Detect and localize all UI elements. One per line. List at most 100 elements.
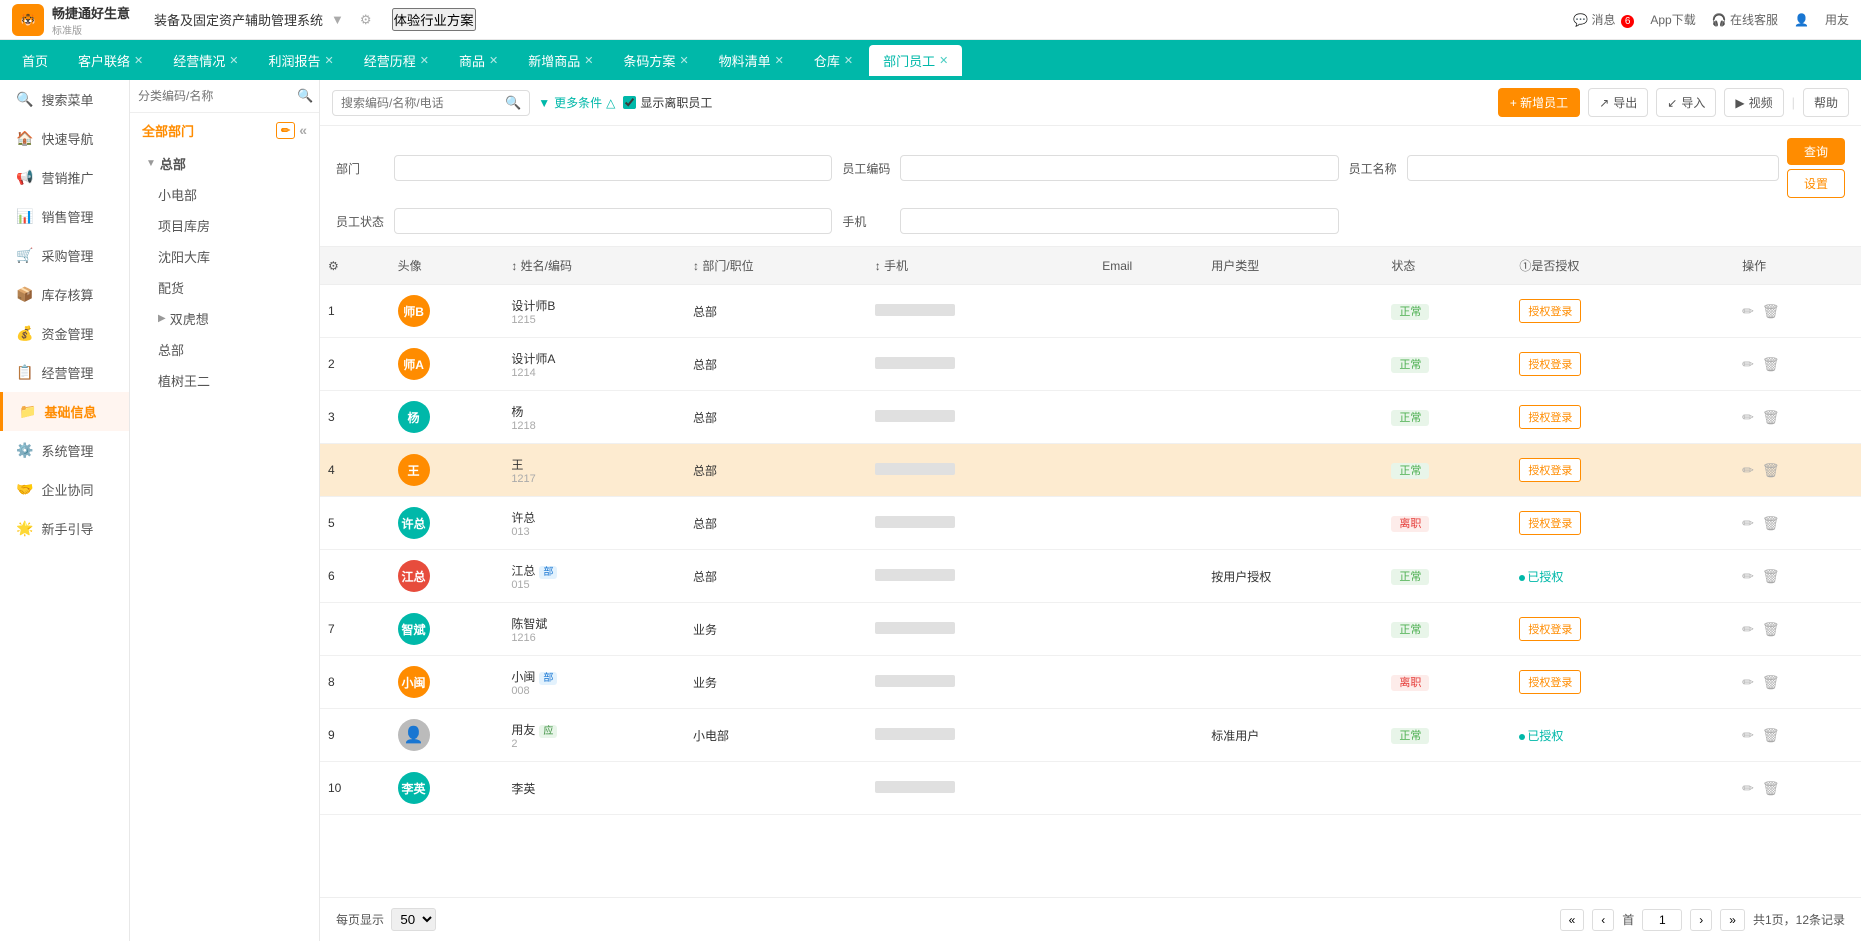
tab-customer[interactable]: 客户联络 ✕ xyxy=(64,45,157,76)
auth-login-button[interactable]: 授权登录 xyxy=(1519,299,1581,323)
trial-button[interactable]: 体验行业方案 xyxy=(392,8,476,31)
tab-add-goods[interactable]: 新增商品 ✕ xyxy=(514,45,607,76)
show-resigned-label[interactable]: 显示离职员工 xyxy=(623,94,712,111)
query-button[interactable]: 查询 xyxy=(1787,138,1845,165)
edit-icon[interactable]: ✏ xyxy=(276,122,295,139)
close-icon[interactable]: ✕ xyxy=(939,54,948,67)
close-icon[interactable]: ✕ xyxy=(679,54,688,67)
auth-login-button[interactable]: 授权登录 xyxy=(1519,352,1581,376)
dept-node-zhishu[interactable]: 植树王二 xyxy=(130,365,319,396)
edit-icon[interactable]: ✏ xyxy=(1742,462,1754,479)
tab-employees[interactable]: 部门员工 ✕ xyxy=(869,45,962,76)
settings-icon[interactable]: ⚙ xyxy=(360,12,372,28)
close-icon[interactable]: ✕ xyxy=(584,54,593,67)
edit-icon[interactable]: ✏ xyxy=(1742,780,1754,797)
import-button[interactable]: ↙ 导入 xyxy=(1656,88,1716,117)
col-name[interactable]: ↕ 姓名/编码 xyxy=(503,247,685,285)
dept-search-input[interactable] xyxy=(138,89,293,103)
delete-icon[interactable]: 🗑 xyxy=(1762,409,1780,426)
auth-login-button[interactable]: 授权登录 xyxy=(1519,511,1581,535)
col-dept[interactable]: ↕ 部门/职位 xyxy=(685,247,867,285)
delete-icon[interactable]: 🗑 xyxy=(1762,303,1780,320)
dept-node-peihuo[interactable]: 配货 xyxy=(130,272,319,303)
auth-login-button[interactable]: 授权登录 xyxy=(1519,617,1581,641)
close-icon[interactable]: ✕ xyxy=(775,54,784,67)
sidebar-item-system[interactable]: ⚙️ 系统管理 xyxy=(0,431,129,470)
tab-warehouse[interactable]: 仓库 ✕ xyxy=(800,45,867,76)
edit-icon[interactable]: ✏ xyxy=(1742,674,1754,691)
close-icon[interactable]: ✕ xyxy=(229,54,238,67)
delete-icon[interactable]: 🗑 xyxy=(1762,780,1780,797)
close-icon[interactable]: ✕ xyxy=(325,54,334,67)
dept-node-head[interactable]: ▼ 总部 xyxy=(130,148,319,179)
prev-page-button[interactable]: ‹ xyxy=(1592,909,1614,931)
close-icon[interactable]: ✕ xyxy=(489,54,498,67)
edit-icon[interactable]: ✏ xyxy=(1742,303,1754,320)
tab-operation[interactable]: 经营情况 ✕ xyxy=(159,45,252,76)
edit-icon[interactable]: ✏ xyxy=(1742,568,1754,585)
delete-icon[interactable]: 🗑 xyxy=(1762,568,1780,585)
sidebar-item-finance[interactable]: 💰 资金管理 xyxy=(0,314,129,353)
auth-login-button[interactable]: 授权登录 xyxy=(1519,405,1581,429)
help-button[interactable]: 帮助 xyxy=(1803,88,1849,117)
sidebar-item-nav[interactable]: 🏠 快速导航 xyxy=(0,119,129,158)
all-dept-label[interactable]: 全部部门 xyxy=(142,121,194,140)
emp-name-input[interactable] xyxy=(1407,155,1779,181)
show-resigned-checkbox[interactable] xyxy=(623,96,636,109)
sidebar-item-basic[interactable]: 📁 基础信息 xyxy=(0,392,129,431)
delete-icon[interactable]: 🗑 xyxy=(1762,621,1780,638)
dept-node-xiaodian[interactable]: 小电部 xyxy=(130,179,319,210)
delete-icon[interactable]: 🗑 xyxy=(1762,674,1780,691)
online-service-btn[interactable]: 🎧 在线客服 xyxy=(1712,11,1778,28)
sidebar-item-inventory[interactable]: 📦 库存核算 xyxy=(0,275,129,314)
add-employee-button[interactable]: + 新增员工 xyxy=(1498,88,1580,117)
tab-barcode[interactable]: 条码方案 ✕ xyxy=(609,45,702,76)
emp-status-select[interactable] xyxy=(394,208,832,234)
search-input[interactable] xyxy=(341,96,501,110)
tab-profit[interactable]: 利润报告 ✕ xyxy=(254,45,347,76)
message-btn[interactable]: 💬 消息 6 xyxy=(1573,11,1634,28)
app-download-btn[interactable]: App下载 xyxy=(1650,11,1695,28)
tab-home[interactable]: 首页 xyxy=(8,45,62,76)
emp-code-input[interactable] xyxy=(900,155,1338,181)
auth-login-button[interactable]: 授权登录 xyxy=(1519,670,1581,694)
delete-icon[interactable]: 🗑 xyxy=(1762,462,1780,479)
sidebar-item-guide[interactable]: 🌟 新手引导 xyxy=(0,509,129,548)
set-button[interactable]: 设置 xyxy=(1787,169,1845,198)
sidebar-item-sales[interactable]: 📊 销售管理 xyxy=(0,197,129,236)
tab-bom[interactable]: 物料清单 ✕ xyxy=(705,45,798,76)
edit-icon[interactable]: ✏ xyxy=(1742,515,1754,532)
more-conditions-btn[interactable]: ▼ 更多条件 △ xyxy=(538,94,615,111)
col-settings[interactable]: ⚙ xyxy=(320,247,390,285)
dept-node-project[interactable]: 项目库房 xyxy=(130,210,319,241)
first-page-button[interactable]: « xyxy=(1560,909,1585,931)
edit-icon[interactable]: ✏ xyxy=(1742,356,1754,373)
tab-goods[interactable]: 商品 ✕ xyxy=(445,45,512,76)
phone-input[interactable] xyxy=(900,208,1338,234)
dept-node-zongbu[interactable]: 总部 xyxy=(130,334,319,365)
delete-icon[interactable]: 🗑 xyxy=(1762,727,1780,744)
sidebar-item-purchase[interactable]: 🛒 采购管理 xyxy=(0,236,129,275)
delete-icon[interactable]: 🗑 xyxy=(1762,515,1780,532)
last-page-button[interactable]: » xyxy=(1720,909,1745,931)
delete-icon[interactable]: 🗑 xyxy=(1762,356,1780,373)
edit-icon[interactable]: ✏ xyxy=(1742,621,1754,638)
next-page-button[interactable]: › xyxy=(1690,909,1712,931)
view-button[interactable]: ▶ 视频 xyxy=(1724,88,1783,117)
edit-icon[interactable]: ✏ xyxy=(1742,727,1754,744)
sidebar-item-management[interactable]: 📋 经营管理 xyxy=(0,353,129,392)
dept-node-shenyang[interactable]: 沈阳大库 xyxy=(130,241,319,272)
collapse-icon[interactable]: « xyxy=(299,122,307,139)
edit-icon[interactable]: ✏ xyxy=(1742,409,1754,426)
col-phone[interactable]: ↕ 手机 xyxy=(867,247,1095,285)
per-page-select[interactable]: 50 xyxy=(391,908,436,931)
export-button[interactable]: ↗ 导出 xyxy=(1588,88,1648,117)
sidebar-item-marketing[interactable]: 📢 营销推广 xyxy=(0,158,129,197)
tab-history[interactable]: 经营历程 ✕ xyxy=(350,45,443,76)
dept-select[interactable] xyxy=(394,155,832,181)
close-icon[interactable]: ✕ xyxy=(420,54,429,67)
chevron-down-icon[interactable]: ▼ xyxy=(331,12,344,27)
close-icon[interactable]: ✕ xyxy=(844,54,853,67)
sidebar-item-collab[interactable]: 🤝 企业协同 xyxy=(0,470,129,509)
dept-node-shuanghu[interactable]: ▶ 双虎想 xyxy=(130,303,319,334)
